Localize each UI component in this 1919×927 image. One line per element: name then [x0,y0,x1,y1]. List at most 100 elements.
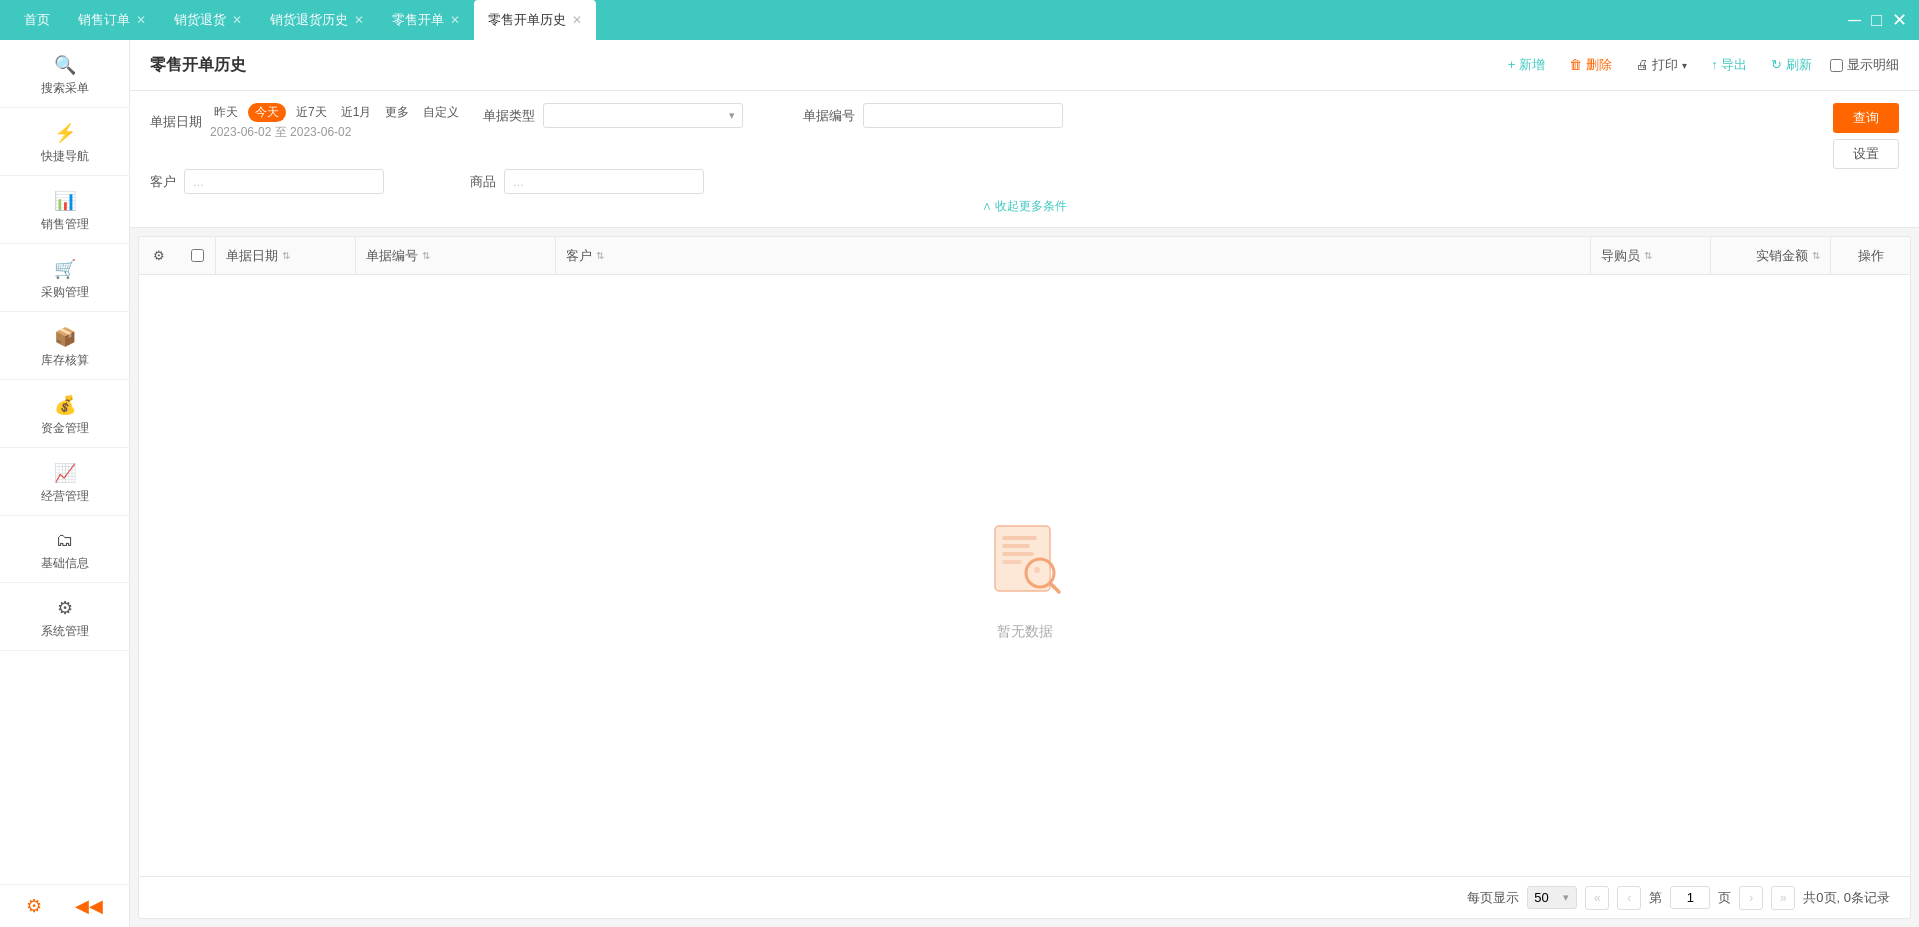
empty-illustration [975,511,1075,611]
th-guide[interactable]: 导购员 ⇅ [1590,237,1710,274]
print-button[interactable]: 🖨 打印 ▾ [1630,52,1694,78]
window-max-btn[interactable]: □ [1871,10,1882,31]
prev-page-btn[interactable]: ‹ [1617,886,1641,910]
sidebar-item-finance[interactable]: 💰 资金管理 [0,380,129,448]
sidebar: 🔍 搜索采单 ⚡ 快捷导航 📊 销售管理 🛒 采购管理 📦 库存核算 💰 资金管… [0,40,130,927]
th-customer[interactable]: 客户 ⇅ [555,237,1590,274]
refresh-btn-label: ↻ 刷新 [1771,56,1812,74]
sidebar-finance-label: 资金管理 [41,420,89,437]
add-button[interactable]: + 新增 [1502,52,1551,78]
quicknav-icon: ⚡ [54,122,76,144]
th-docnum[interactable]: 单据编号 ⇅ [355,237,555,274]
sidebar-search-label: 搜索采单 [41,80,89,97]
tab-return-history-label: 销货退货历史 [270,11,348,29]
sidebar-item-sales[interactable]: 📊 销售管理 [0,176,129,244]
svg-rect-2 [1002,544,1030,548]
finance-icon: 💰 [54,394,76,416]
collapse-sidebar-icon[interactable]: ◀◀ [75,895,103,917]
table-header: ⚙ 单据日期 ⇅ 单据编号 ⇅ 客户 ⇅ 导购员 ⇅ [139,237,1910,275]
doctype-select[interactable] [543,103,743,128]
tab-return[interactable]: 销货退货 ✕ [160,0,256,40]
sidebar-item-purchase[interactable]: 🛒 采购管理 [0,244,129,312]
shortcut-7days[interactable]: 近7天 [292,103,331,122]
customer-filter-group: 客户 ... [150,169,450,194]
collapse-label: ∧ 收起更多条件 [982,198,1067,215]
shortcut-custom[interactable]: 自定义 [419,103,463,122]
th-date[interactable]: 单据日期 ⇅ [215,237,355,274]
tab-retail-history-close[interactable]: ✕ [572,13,582,27]
shortcut-today[interactable]: 今天 [248,103,286,122]
filter-settings-button[interactable]: 设置 [1833,139,1899,169]
th-amount-label: 实销金额 [1756,247,1808,265]
show-detail-checkbox[interactable]: 显示明细 [1830,56,1899,74]
page-label: 第 [1649,889,1662,907]
tab-return-close[interactable]: ✕ [232,13,242,27]
next-page-btn[interactable]: › [1739,886,1763,910]
sidebar-bottom: ⚙ ◀◀ [0,884,129,927]
purchase-icon: 🛒 [54,258,76,280]
export-button[interactable]: ↑ 导出 [1705,52,1753,78]
docnum-filter-group: 单据编号 [803,103,1103,128]
filter-buttons: 查询 设置 [1833,103,1899,169]
pagination: 每页显示 50 100 200 « ‹ 第 页 › » 共0页, 0条记录 [139,876,1910,918]
delete-button[interactable]: 🗑 删除 [1563,52,1618,78]
sidebar-item-system[interactable]: ⚙ 系统管理 [0,583,129,651]
shortcut-yesterday[interactable]: 昨天 [210,103,242,122]
th-customer-label: 客户 [566,247,592,265]
sidebar-operations-label: 经营管理 [41,488,89,505]
filter-area: 单据日期 昨天 今天 近7天 近1月 更多 自定义 2023-06-02 至 2… [130,91,1919,228]
page-size-select[interactable]: 50 100 200 [1527,886,1577,909]
tab-retail-open[interactable]: 零售开单 ✕ [378,0,474,40]
add-btn-label: + 新增 [1508,56,1545,74]
tab-home-label: 首页 [24,11,50,29]
th-date-sort-icon: ⇅ [282,250,290,261]
per-page-label: 每页显示 [1467,889,1519,907]
docnum-input[interactable] [863,103,1063,128]
sidebar-item-operations[interactable]: 📈 经营管理 [0,448,129,516]
first-page-btn[interactable]: « [1585,886,1609,910]
current-page-input[interactable] [1670,886,1710,909]
window-close-btn[interactable]: ✕ [1892,9,1907,31]
tab-sales-order[interactable]: 销售订单 ✕ [64,0,160,40]
sidebar-quicknav-label: 快捷导航 [41,148,89,165]
th-docnum-label: 单据编号 [366,247,418,265]
sidebar-item-inventory[interactable]: 📦 库存核算 [0,312,129,380]
customer-input[interactable]: ... [184,169,384,194]
tab-retail-history[interactable]: 零售开单历史 ✕ [474,0,596,40]
collapse-filter-btn[interactable]: ∧ 收起更多条件 [150,194,1899,219]
date-label: 单据日期 [150,113,202,131]
table-select-all[interactable] [179,249,215,262]
query-button[interactable]: 查询 [1833,103,1899,133]
print-arrow-icon: ▾ [1682,60,1687,71]
last-page-btn[interactable]: » [1771,886,1795,910]
svg-point-6 [1030,563,1050,583]
table-settings-icon[interactable]: ⚙ [139,248,179,263]
th-guide-label: 导购员 [1601,247,1640,265]
sidebar-purchase-label: 采购管理 [41,284,89,301]
refresh-button[interactable]: ↻ 刷新 [1765,52,1818,78]
sidebar-item-basic-info[interactable]: 🗂 基础信息 [0,516,129,583]
settings-bottom-icon[interactable]: ⚙ [26,895,42,917]
window-min-btn[interactable]: ─ [1848,10,1861,31]
customer-label: 客户 [150,173,176,191]
main-layout: 🔍 搜索采单 ⚡ 快捷导航 📊 销售管理 🛒 采购管理 📦 库存核算 💰 资金管… [0,40,1919,927]
search-icon: 🔍 [54,54,76,76]
th-guide-sort-icon: ⇅ [1644,250,1652,261]
total-info: 共0页, 0条记录 [1803,889,1890,907]
sidebar-item-search[interactable]: 🔍 搜索采单 [0,40,129,108]
th-amount[interactable]: 实销金额 ⇅ [1710,237,1830,274]
sidebar-item-quicknav[interactable]: ⚡ 快捷导航 [0,108,129,176]
shortcut-more[interactable]: 更多 [381,103,413,122]
tab-sales-order-close[interactable]: ✕ [136,13,146,27]
export-btn-label: ↑ 导出 [1711,56,1747,74]
tab-return-history-close[interactable]: ✕ [354,13,364,27]
svg-point-8 [1034,567,1040,573]
content-area: 零售开单历史 + 新增 🗑 删除 🖨 打印 ▾ ↑ 导出 ↻ 刷新 [130,40,1919,927]
show-detail-input[interactable] [1830,59,1843,72]
tab-retail-open-close[interactable]: ✕ [450,13,460,27]
select-all-checkbox[interactable] [191,249,204,262]
tab-return-history[interactable]: 销货退货历史 ✕ [256,0,378,40]
goods-input[interactable]: ... [504,169,704,194]
tab-home[interactable]: 首页 [10,0,64,40]
shortcut-1month[interactable]: 近1月 [337,103,376,122]
